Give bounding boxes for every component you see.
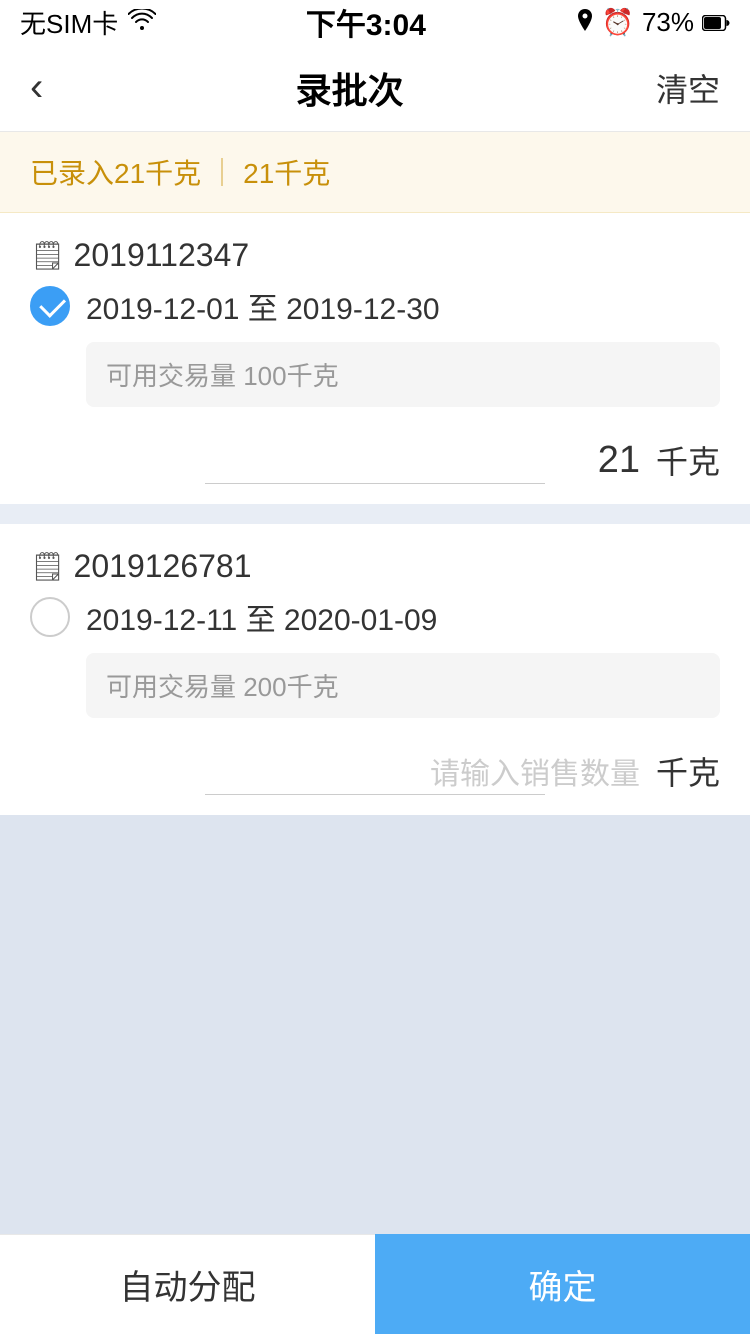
batch2-qty-wrapper: 请输入销售数量 千克 (0, 738, 750, 815)
battery-icon (702, 7, 730, 38)
clear-button[interactable]: 清空 (656, 65, 720, 111)
time-display: 下午3:04 (306, 0, 426, 44)
status-right: ⏰ 73% (576, 7, 730, 38)
summary-bar: 已录入21千克 21千克 (0, 132, 750, 213)
batch1-qty-row: 21 千克 (0, 427, 750, 483)
summary-divider (221, 158, 223, 186)
batch2-qty-placeholder[interactable]: 请输入销售数量 (430, 749, 640, 793)
carrier-label: 无SIM卡 (20, 4, 118, 41)
batch1-availability: 可用交易量 100千克 (86, 342, 720, 407)
summary-value: 21千克 (243, 152, 330, 192)
batch1-qty-value[interactable]: 21 (598, 439, 640, 482)
batch1-qty-wrapper: 21 千克 (0, 427, 750, 504)
batch-item-1: 🗒 2019112347 2019-12-01 至 2019-12-30 可用交… (0, 213, 750, 427)
confirm-button[interactable]: 确定 (375, 1234, 750, 1334)
batch2-radio[interactable] (30, 597, 70, 637)
status-left: 无SIM卡 (20, 4, 156, 41)
bottom-bar: 自动分配 确定 (0, 1234, 750, 1334)
batch-item-2: 🗒 2019126781 2019-12-11 至 2020-01-09 可用交… (0, 524, 750, 738)
status-bar: 无SIM卡 下午3:04 ⏰ 73% (0, 0, 750, 44)
batch2-divider (205, 794, 545, 795)
batch1-qty-unit: 千克 (656, 437, 720, 483)
auto-distribute-button[interactable]: 自动分配 (0, 1234, 375, 1334)
batch1-date: 2019-12-01 至 2019-12-30 (86, 284, 440, 328)
batch1-radio[interactable] (30, 286, 70, 326)
batch2-id: 2019126781 (74, 548, 252, 585)
location-icon (576, 7, 594, 38)
batch2-date: 2019-12-11 至 2020-01-09 (86, 595, 437, 639)
batch1-header: 🗒 2019112347 (30, 237, 720, 274)
batch1-divider (205, 483, 545, 484)
batch1-date-row[interactable]: 2019-12-01 至 2019-12-30 (30, 284, 720, 328)
gray-area (0, 815, 750, 1235)
alarm-icon: ⏰ (602, 7, 634, 38)
page-title: 录批次 (296, 62, 404, 114)
back-button[interactable]: ‹ (30, 65, 43, 110)
summary-label: 已录入21千克 (30, 152, 201, 192)
batch1-availability-text: 可用交易量 100千克 (106, 361, 339, 391)
batch1-divider-wrapper (0, 483, 750, 484)
batch2-availability-text: 可用交易量 200千克 (106, 672, 339, 702)
batch2-availability: 可用交易量 200千克 (86, 653, 720, 718)
batch2-divider-wrapper (0, 794, 750, 795)
batch2-qty-row: 请输入销售数量 千克 (0, 738, 750, 794)
nav-bar: ‹ 录批次 清空 (0, 44, 750, 132)
batch2-header: 🗒 2019126781 (30, 548, 720, 585)
batch2-qty-unit: 千克 (656, 748, 720, 794)
batch1-id: 2019112347 (74, 237, 250, 274)
section-separator (0, 504, 750, 524)
batch2-date-row[interactable]: 2019-12-11 至 2020-01-09 (30, 595, 720, 639)
batch-id-icon-2: 🗒 (30, 550, 66, 583)
battery-pct: 73% (642, 7, 694, 38)
wifi-icon (128, 7, 156, 38)
batch-id-icon-1: 🗒 (30, 239, 66, 272)
